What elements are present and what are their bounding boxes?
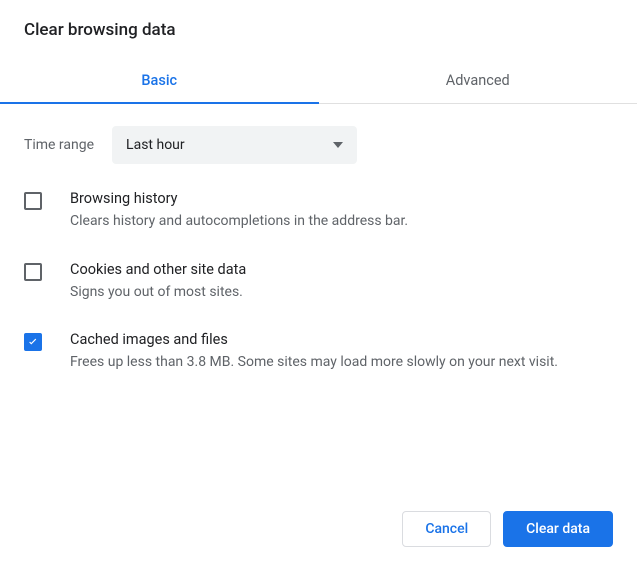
option-cookies: Cookies and other site data Signs you ou… — [24, 261, 613, 304]
option-title: Cached images and files — [70, 331, 613, 348]
option-description: Frees up less than 3.8 MB. Some sites ma… — [70, 352, 613, 374]
tab-label: Basic — [141, 72, 177, 89]
option-text: Cookies and other site data Signs you ou… — [70, 261, 613, 304]
checkbox-cached[interactable] — [24, 333, 42, 351]
option-text: Browsing history Clears history and auto… — [70, 190, 613, 233]
button-label: Cancel — [425, 521, 468, 537]
clear-browsing-data-dialog: Clear browsing data Basic Advanced Time … — [0, 0, 637, 374]
option-text: Cached images and files Frees up less th… — [70, 331, 613, 374]
tab-basic[interactable]: Basic — [0, 58, 319, 103]
option-description: Clears history and autocompletions in th… — [70, 211, 613, 233]
dialog-title: Clear browsing data — [24, 20, 613, 40]
option-description: Signs you out of most sites. — [70, 282, 613, 304]
tab-bar: Basic Advanced — [0, 58, 637, 104]
dialog-footer: Cancel Clear data — [402, 511, 613, 547]
time-range-select[interactable]: Last hour — [112, 126, 357, 164]
clear-data-button[interactable]: Clear data — [503, 511, 613, 547]
option-browsing-history: Browsing history Clears history and auto… — [24, 190, 613, 233]
time-range-value: Last hour — [126, 137, 185, 153]
chevron-down-icon — [333, 142, 343, 148]
option-title: Browsing history — [70, 190, 613, 207]
option-title: Cookies and other site data — [70, 261, 613, 278]
cancel-button[interactable]: Cancel — [402, 511, 491, 547]
tab-advanced[interactable]: Advanced — [319, 58, 637, 103]
checkbox-browsing-history[interactable] — [24, 192, 42, 210]
option-cached: Cached images and files Frees up less th… — [24, 331, 613, 374]
checkbox-cookies[interactable] — [24, 263, 42, 281]
tab-label: Advanced — [446, 72, 510, 89]
button-label: Clear data — [526, 521, 590, 537]
checkmark-icon — [26, 335, 40, 349]
time-range-row: Time range Last hour — [24, 126, 613, 164]
time-range-label: Time range — [24, 137, 94, 153]
